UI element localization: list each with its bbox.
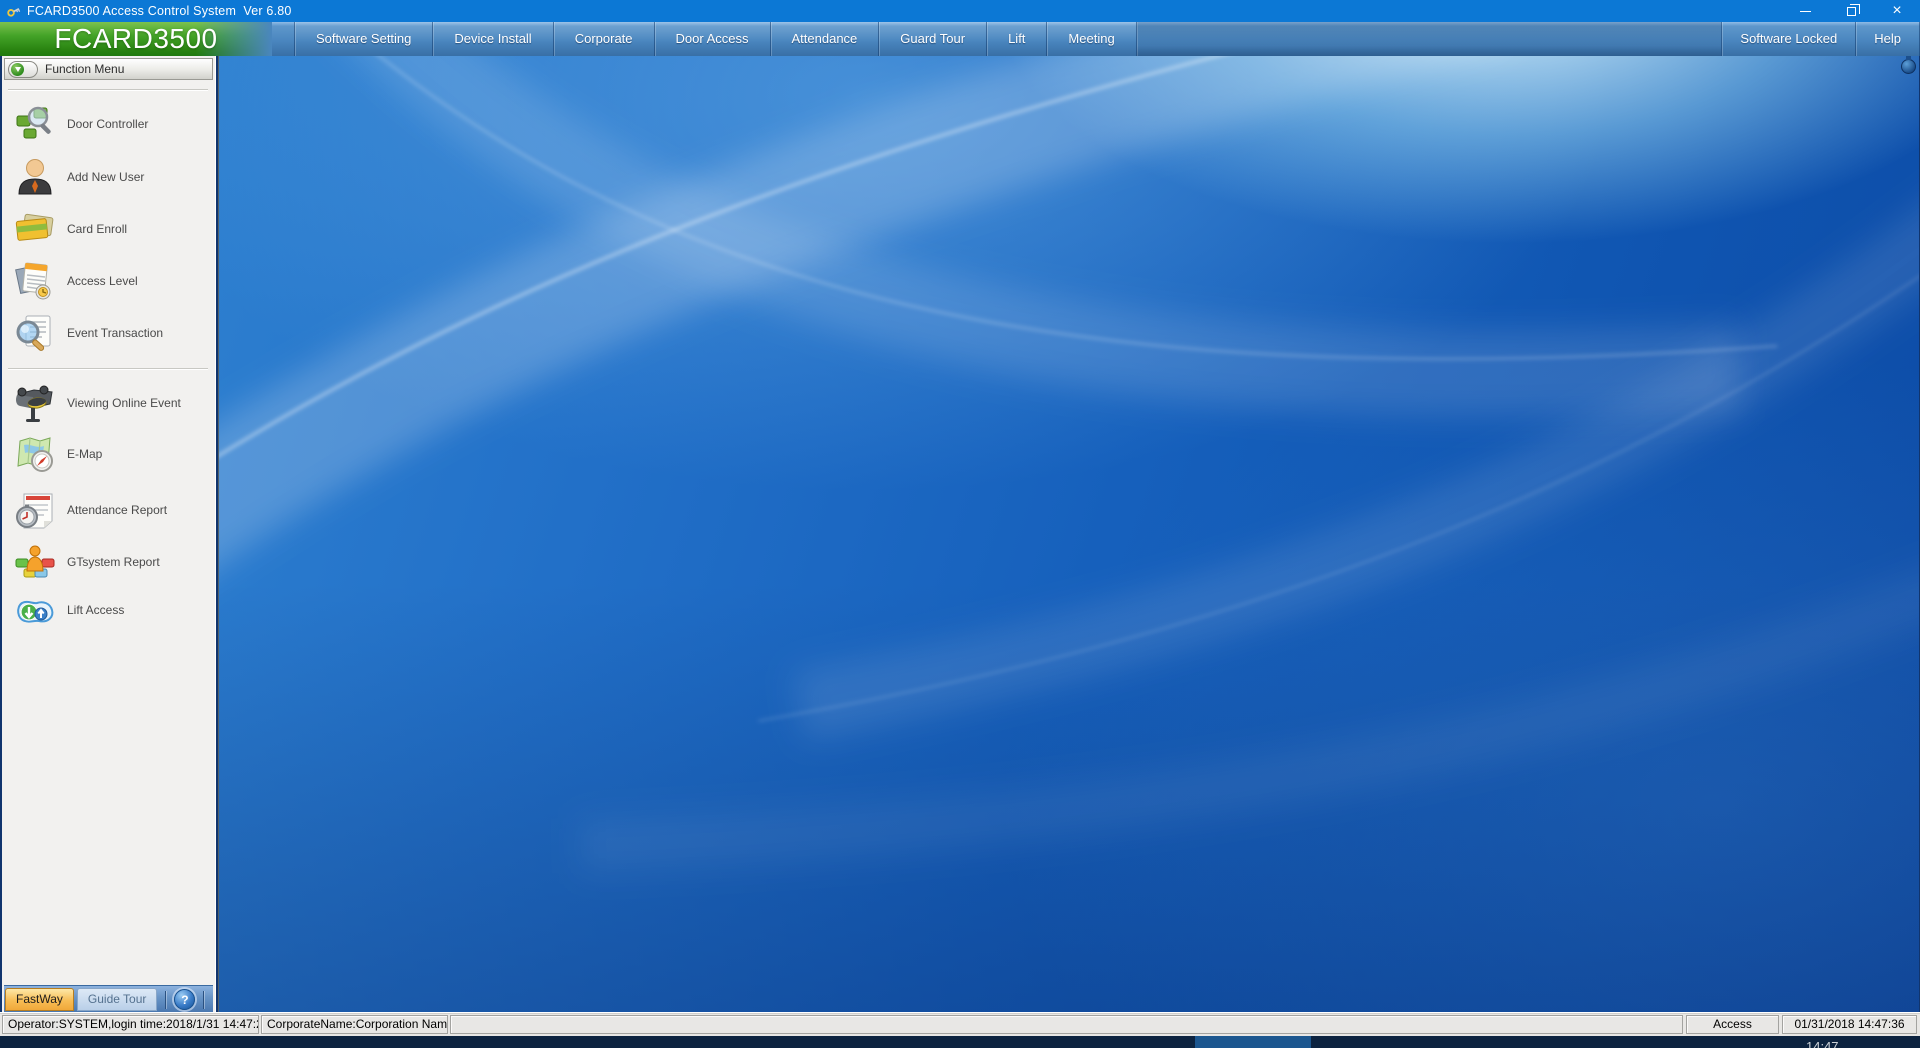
status-corporate-name: CorporateName:Corporation Name: [261, 1015, 448, 1034]
function-menu-title: Function Menu: [45, 62, 124, 76]
app-key-icon: [6, 4, 21, 19]
app-window: FCARD3500 Access Control System Ver 6.80…: [0, 0, 1920, 1048]
menu-guard-tour[interactable]: Guard Tour: [878, 22, 986, 56]
stopwatch-report-icon: [14, 489, 56, 531]
sidebar-item-card-enroll[interactable]: Card Enroll: [14, 203, 212, 255]
sidebar-item-label: Card Enroll: [67, 222, 127, 236]
status-datetime: 01/31/2018 14:47:36: [1782, 1015, 1917, 1034]
menu-right: Software Locked Help: [1721, 22, 1920, 56]
sidebar-item-label: Event Transaction: [67, 326, 163, 340]
map-compass-icon: [14, 433, 56, 475]
function-menu-sidebar: Function Menu Door Controller: [2, 56, 218, 1012]
sidebar-item-viewing-online-event[interactable]: Viewing Online Event: [14, 377, 212, 429]
door-controller-icon: [14, 103, 56, 145]
menubar: FCARD3500 Software Setting Device Instal…: [0, 22, 1920, 56]
sidebar-item-label: Add New User: [67, 170, 144, 184]
window-controls: ×: [1782, 0, 1920, 22]
brand-logo-text: FCARD3500: [54, 23, 217, 54]
menu-device-install[interactable]: Device Install: [432, 22, 552, 56]
menu-attendance[interactable]: Attendance: [770, 22, 879, 56]
menu-help[interactable]: Help: [1855, 22, 1919, 56]
minimize-button[interactable]: [1782, 0, 1828, 22]
sidebar-item-event-transaction[interactable]: Event Transaction: [14, 307, 212, 359]
binoculars-icon: [14, 382, 56, 424]
lift-access-icon: [14, 589, 56, 631]
titlebar: FCARD3500 Access Control System Ver 6.80…: [0, 0, 1920, 22]
menu-door-access[interactable]: Door Access: [654, 22, 770, 56]
sidebar-item-attendance-report[interactable]: Attendance Report: [14, 484, 212, 536]
event-transaction-icon: [14, 312, 56, 354]
sidebar-item-lift-access[interactable]: Lift Access: [14, 584, 212, 636]
sidebar-item-gtsystem-report[interactable]: GTsystem Report: [14, 536, 212, 588]
tabbar-separator: [165, 991, 166, 1009]
status-operator: Operator:SYSTEM,login time:2018/1/31 14:…: [2, 1015, 259, 1034]
collapse-pill[interactable]: [8, 61, 38, 78]
sidebar-item-label: Door Controller: [67, 117, 148, 131]
gtsystem-report-icon: [14, 541, 56, 583]
status-mode: Access: [1686, 1015, 1779, 1034]
sidebar-divider: [8, 89, 208, 91]
os-taskbar-sliver: 14:47: [0, 1036, 1920, 1048]
taskbar-active-app-button[interactable]: [1195, 1036, 1311, 1048]
sidebar-divider: [8, 368, 208, 370]
card-enroll-icon: [14, 208, 56, 250]
window-title: FCARD3500 Access Control System Ver 6.80: [27, 4, 292, 18]
sidebar-item-label: Lift Access: [67, 603, 124, 617]
tabbar-separator: [203, 991, 204, 1009]
sidebar-tabbar: FastWay Guide Tour ?: [4, 985, 213, 1012]
taskbar-clock: 14:47: [1806, 1039, 1839, 1048]
sidebar-item-label: Access Level: [67, 274, 138, 288]
sidebar-item-door-controller[interactable]: Door Controller: [14, 98, 212, 150]
menu-meeting[interactable]: Meeting: [1046, 22, 1135, 56]
content-area: Function Menu Door Controller: [0, 56, 1920, 1012]
close-button[interactable]: ×: [1874, 0, 1920, 22]
sidebar-item-label: GTsystem Report: [67, 555, 160, 569]
sidebar-item-add-new-user[interactable]: Add New User: [14, 151, 212, 203]
tab-guide-tour[interactable]: Guide Tour: [77, 988, 157, 1011]
close-icon: ×: [1892, 3, 1901, 19]
menu-items: Software Setting Device Install Corporat…: [294, 22, 1137, 56]
sidebar-item-label: Attendance Report: [67, 503, 167, 517]
status-message-panel: [450, 1015, 1683, 1034]
add-new-user-icon: [14, 156, 56, 198]
tab-fastway[interactable]: FastWay: [5, 988, 74, 1011]
sidebar-item-label: E-Map: [67, 447, 102, 461]
chevron-down-icon: [11, 63, 24, 76]
sidebar-item-access-level[interactable]: Access Level: [14, 255, 212, 307]
access-level-icon: [14, 260, 56, 302]
desktop-wallpaper: [218, 56, 1919, 1012]
menubar-spacer: [1137, 22, 1722, 56]
restore-icon: [1847, 7, 1856, 16]
sidebar-item-label: Viewing Online Event: [67, 396, 181, 410]
wallpaper-swoosh-graphic: [219, 56, 1919, 1012]
brand-logo: FCARD3500: [0, 22, 272, 56]
menu-software-locked[interactable]: Software Locked: [1721, 22, 1855, 56]
minimize-icon: [1800, 11, 1811, 12]
maximize-button[interactable]: [1828, 0, 1874, 22]
menu-lift[interactable]: Lift: [986, 22, 1046, 56]
menu-corporate[interactable]: Corporate: [553, 22, 654, 56]
menu-software-setting[interactable]: Software Setting: [294, 22, 432, 56]
sidebar-item-e-map[interactable]: E-Map: [14, 428, 212, 480]
function-menu-header[interactable]: Function Menu: [4, 58, 213, 80]
help-icon[interactable]: ?: [174, 989, 195, 1010]
panel-handle-knob[interactable]: [1901, 59, 1916, 74]
statusbar: Operator:SYSTEM,login time:2018/1/31 14:…: [0, 1012, 1920, 1036]
